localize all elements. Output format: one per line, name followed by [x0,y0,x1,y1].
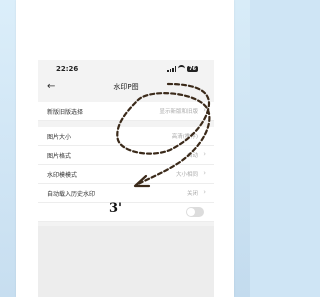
setting-value: 自动 [186,153,198,159]
toggle-switch[interactable] [186,207,204,217]
setting-label: 水印模模式 [47,172,78,179]
annotation-step-label: 3' [109,201,123,216]
setting-row-history-watermark[interactable]: 自动载入历史水印 关闭 › [38,184,214,203]
setting-label: 自动载入历史水印 [47,191,96,198]
status-time: 22:26 [56,65,79,73]
chevron-right-icon: › [203,169,206,177]
setting-value: 显示新版和旧版 [159,109,198,115]
settings-list: 新版旧版选择 显示新版和旧版 › 图片大小 高清(推荐) › 图片格式 自动 ›… [38,102,214,222]
status-bar: 22:26 76 [38,60,214,74]
setting-row-toggle [38,203,214,222]
chevron-right-icon: › [203,106,206,114]
phone-screen: 22:26 76 ← 水印P图 新版旧版选择 显示新版和旧版 › 图片大小 高清… [38,60,214,297]
chevron-right-icon: › [203,188,206,196]
setting-label: 新版旧版选择 [47,109,84,116]
setting-label: 图片格式 [47,153,72,160]
setting-value: 高清(推荐) [171,134,198,140]
wifi-icon [178,65,186,72]
chevron-right-icon: › [203,150,206,158]
signal-icon [167,65,177,72]
nav-bar: ← 水印P图 [38,78,214,98]
setting-row-watermark-mode[interactable]: 水印模模式 大小相同 › [38,165,214,184]
setting-label: 图片大小 [47,134,72,141]
empty-content-area [38,226,214,297]
chevron-right-icon: › [203,131,206,139]
setting-value: 大小相同 [175,172,198,178]
setting-row-version[interactable]: 新版旧版选择 显示新版和旧版 › [38,102,214,121]
status-icons: 76 [167,65,198,72]
battery-icon: 76 [187,65,198,72]
toggle-knob [187,208,195,216]
page-title: 水印P图 [113,83,139,91]
setting-row-image-format[interactable]: 图片格式 自动 › [38,146,214,165]
setting-value: 关闭 [186,191,198,197]
setting-row-image-size[interactable]: 图片大小 高清(推荐) › [38,127,214,146]
